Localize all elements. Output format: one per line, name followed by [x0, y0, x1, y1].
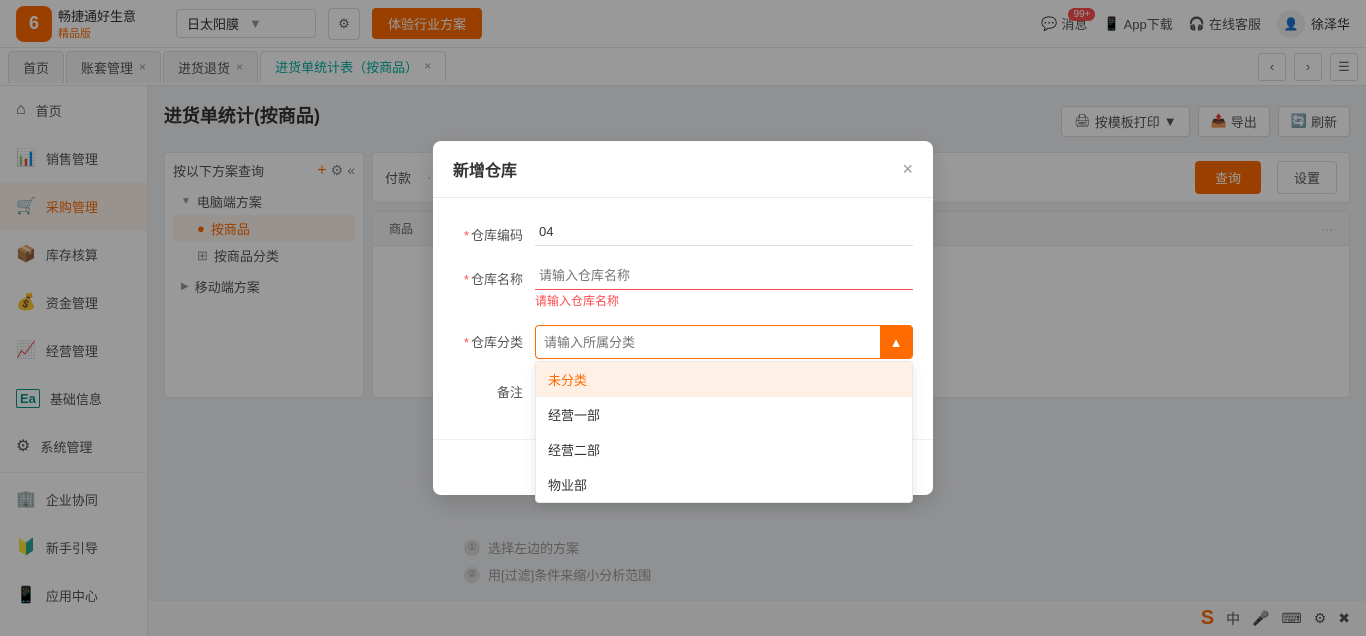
modal-header: 新增仓库 ×	[433, 141, 933, 198]
category-field-wrap: ▲ 未分类 经营一部 经营二部 物业	[535, 325, 913, 359]
name-error-text: 请输入仓库名称	[535, 292, 913, 309]
code-field-wrap	[535, 218, 913, 246]
new-warehouse-modal: 新增仓库 × 仓库编码 仓库名称 请输入仓库名称 仓库分类	[433, 141, 933, 495]
modal-body: 仓库编码 仓库名称 请输入仓库名称 仓库分类	[433, 198, 933, 439]
category-input-row: ▲	[535, 325, 913, 359]
name-field-wrap: 请输入仓库名称	[535, 262, 913, 309]
form-row-category: 仓库分类 ▲ 未分类 经营一部	[453, 325, 913, 359]
dropdown-item-property[interactable]: 物业部	[536, 467, 912, 502]
modal-close-button[interactable]: ×	[902, 160, 913, 178]
category-label: 仓库分类	[453, 325, 523, 351]
form-row-code: 仓库编码	[453, 218, 913, 246]
name-input[interactable]	[535, 262, 913, 290]
dropdown-item-dept2[interactable]: 经营二部	[536, 432, 912, 467]
form-row-name: 仓库名称 请输入仓库名称	[453, 262, 913, 309]
code-label: 仓库编码	[453, 218, 523, 244]
modal-overlay: 新增仓库 × 仓库编码 仓库名称 请输入仓库名称 仓库分类	[0, 0, 1366, 636]
category-input[interactable]	[536, 329, 880, 356]
category-dropdown-list: 未分类 经营一部 经营二部 物业部	[535, 361, 913, 503]
name-label: 仓库名称	[453, 262, 523, 288]
remark-label: 备注	[453, 375, 523, 401]
dropdown-item-uncategorized[interactable]: 未分类	[536, 362, 912, 397]
chevron-up-icon: ▲	[890, 335, 903, 350]
dropdown-arrow-button[interactable]: ▲	[880, 326, 912, 358]
modal-title: 新增仓库	[453, 157, 517, 181]
dropdown-item-dept1[interactable]: 经营一部	[536, 397, 912, 432]
code-input[interactable]	[535, 218, 913, 246]
